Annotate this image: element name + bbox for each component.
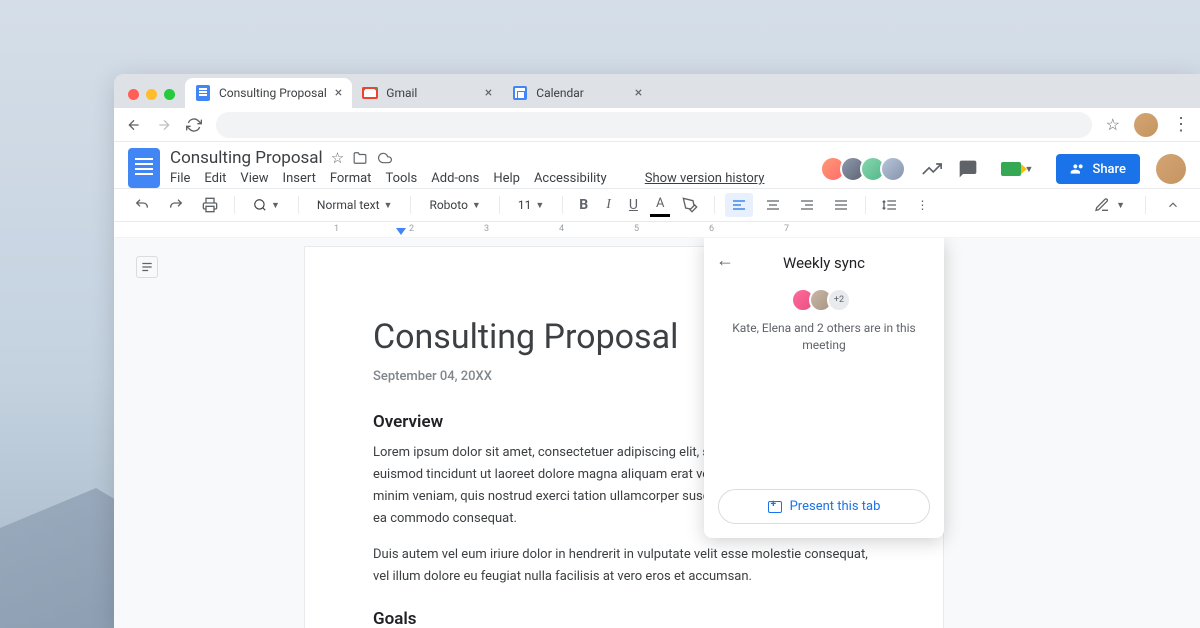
calendar-favicon-icon (512, 85, 528, 101)
menu-view[interactable]: View (240, 171, 268, 186)
meeting-title: Weekly sync (783, 254, 865, 272)
docs-logo-icon[interactable] (128, 148, 160, 188)
line-spacing-icon[interactable] (876, 193, 904, 217)
participant-overflow-badge[interactable]: +2 (827, 288, 851, 312)
collaborator-avatars[interactable] (826, 156, 906, 182)
star-icon[interactable]: ☆ (331, 149, 344, 167)
tab-title: Gmail (386, 86, 477, 100)
address-bar: ☆ ⋮ (114, 108, 1200, 142)
menu-addons[interactable]: Add-ons (431, 171, 479, 186)
editing-mode-icon[interactable]: ▼ (1088, 193, 1131, 217)
meet-button[interactable]: ▼ (994, 157, 1041, 181)
menu-file[interactable]: File (170, 171, 190, 186)
back-icon[interactable] (126, 117, 142, 133)
tab-gmail[interactable]: Gmail × (352, 78, 502, 108)
zoom-select[interactable]: ▼ (245, 194, 288, 216)
cloud-status-icon[interactable] (376, 151, 394, 165)
present-screen-icon (768, 501, 782, 513)
share-label: Share (1092, 162, 1126, 177)
comments-icon[interactable] (958, 159, 978, 179)
formatting-toolbar: ▼ Normal text▼ Roboto▼ 11▼ B I U A ⋮ ▼ (114, 188, 1200, 222)
meet-panel: ← Weekly sync +2 Kate, Elena and 2 other… (704, 238, 944, 538)
align-right-icon[interactable] (793, 193, 821, 217)
menu-tools[interactable]: Tools (385, 171, 417, 186)
more-icon[interactable]: ⋮ (910, 194, 934, 216)
tab-title: Calendar (536, 86, 627, 100)
present-label: Present this tab (790, 499, 881, 514)
people-icon (1070, 161, 1086, 177)
bold-icon[interactable]: B (573, 193, 594, 217)
font-family-select[interactable]: Roboto▼ (421, 194, 488, 216)
menu-insert[interactable]: Insert (283, 171, 316, 186)
print-icon[interactable] (196, 193, 224, 217)
window-controls[interactable] (122, 89, 185, 108)
ruler-tick: 2 (409, 224, 414, 234)
browser-profile-avatar[interactable] (1134, 113, 1158, 137)
meeting-participants: +2 (797, 288, 851, 312)
maximize-window-icon[interactable] (164, 89, 175, 100)
collaborator-avatar[interactable] (880, 156, 906, 182)
meet-camera-icon (1001, 162, 1021, 176)
tab-calendar[interactable]: Calendar × (502, 78, 652, 108)
underline-icon[interactable]: U (623, 193, 644, 217)
back-arrow-icon[interactable]: ← (716, 250, 734, 271)
ruler-tick: 7 (784, 224, 789, 234)
text-color-icon[interactable]: A (650, 193, 670, 217)
section-goals-title: Goals (373, 609, 875, 628)
menu-help[interactable]: Help (493, 171, 520, 186)
tab-consulting-proposal[interactable]: Consulting Proposal × (185, 78, 352, 108)
ruler-tick: 6 (709, 224, 714, 234)
docs-header: Consulting Proposal ☆ File Edit View Ins… (114, 142, 1200, 188)
body-paragraph: Duis autem vel eum iriure dolor in hendr… (373, 544, 875, 588)
present-tab-button[interactable]: Present this tab (718, 489, 930, 524)
align-center-icon[interactable] (759, 193, 787, 217)
collapse-icon[interactable] (1160, 194, 1186, 216)
meeting-subtitle: Kate, Elena and 2 others are in this mee… (718, 320, 930, 354)
docs-favicon-icon (195, 85, 211, 101)
tab-strip: Consulting Proposal × Gmail × Calendar × (114, 74, 1200, 108)
horizontal-ruler[interactable]: 1 2 3 4 5 6 7 (114, 222, 1200, 238)
move-folder-icon[interactable] (352, 151, 368, 165)
menubar: File Edit View Insert Format Tools Add-o… (170, 171, 826, 186)
highlight-icon[interactable] (676, 193, 704, 217)
close-window-icon[interactable] (128, 89, 139, 100)
account-avatar[interactable] (1156, 154, 1186, 184)
browser-window: Consulting Proposal × Gmail × Calendar ×… (114, 74, 1200, 628)
version-history-link[interactable]: Show version history (645, 171, 765, 186)
menu-format[interactable]: Format (330, 171, 372, 186)
ruler-tick: 4 (559, 224, 564, 234)
browser-menu-icon[interactable]: ⋮ (1172, 114, 1188, 135)
tab-title: Consulting Proposal (219, 86, 327, 100)
minimize-window-icon[interactable] (146, 89, 157, 100)
document-canvas: Consulting Proposal September 04, 20XX O… (114, 238, 1200, 628)
activity-icon[interactable] (922, 159, 942, 179)
document-outline-icon[interactable] (136, 256, 158, 278)
align-left-icon[interactable] (725, 193, 753, 217)
reload-icon[interactable] (186, 117, 202, 133)
redo-icon[interactable] (162, 193, 190, 217)
gmail-favicon-icon (362, 85, 378, 101)
bookmark-star-icon[interactable]: ☆ (1106, 115, 1120, 134)
indent-marker-icon[interactable] (396, 228, 406, 235)
ruler-tick: 3 (484, 224, 489, 234)
share-button[interactable]: Share (1056, 154, 1140, 184)
omnibox[interactable] (216, 112, 1092, 138)
paragraph-style-select[interactable]: Normal text▼ (309, 194, 401, 216)
forward-icon[interactable] (156, 117, 172, 133)
ruler-tick: 5 (634, 224, 639, 234)
menu-accessibility[interactable]: Accessibility (534, 171, 607, 186)
ruler-tick: 1 (334, 224, 339, 234)
align-justify-icon[interactable] (827, 193, 855, 217)
close-tab-icon[interactable]: × (335, 85, 342, 101)
undo-icon[interactable] (128, 193, 156, 217)
italic-icon[interactable]: I (600, 193, 617, 217)
menu-edit[interactable]: Edit (204, 171, 226, 186)
close-tab-icon[interactable]: × (485, 85, 492, 101)
font-size-select[interactable]: 11▼ (510, 194, 552, 216)
document-title[interactable]: Consulting Proposal (170, 148, 323, 168)
close-tab-icon[interactable]: × (635, 85, 642, 101)
